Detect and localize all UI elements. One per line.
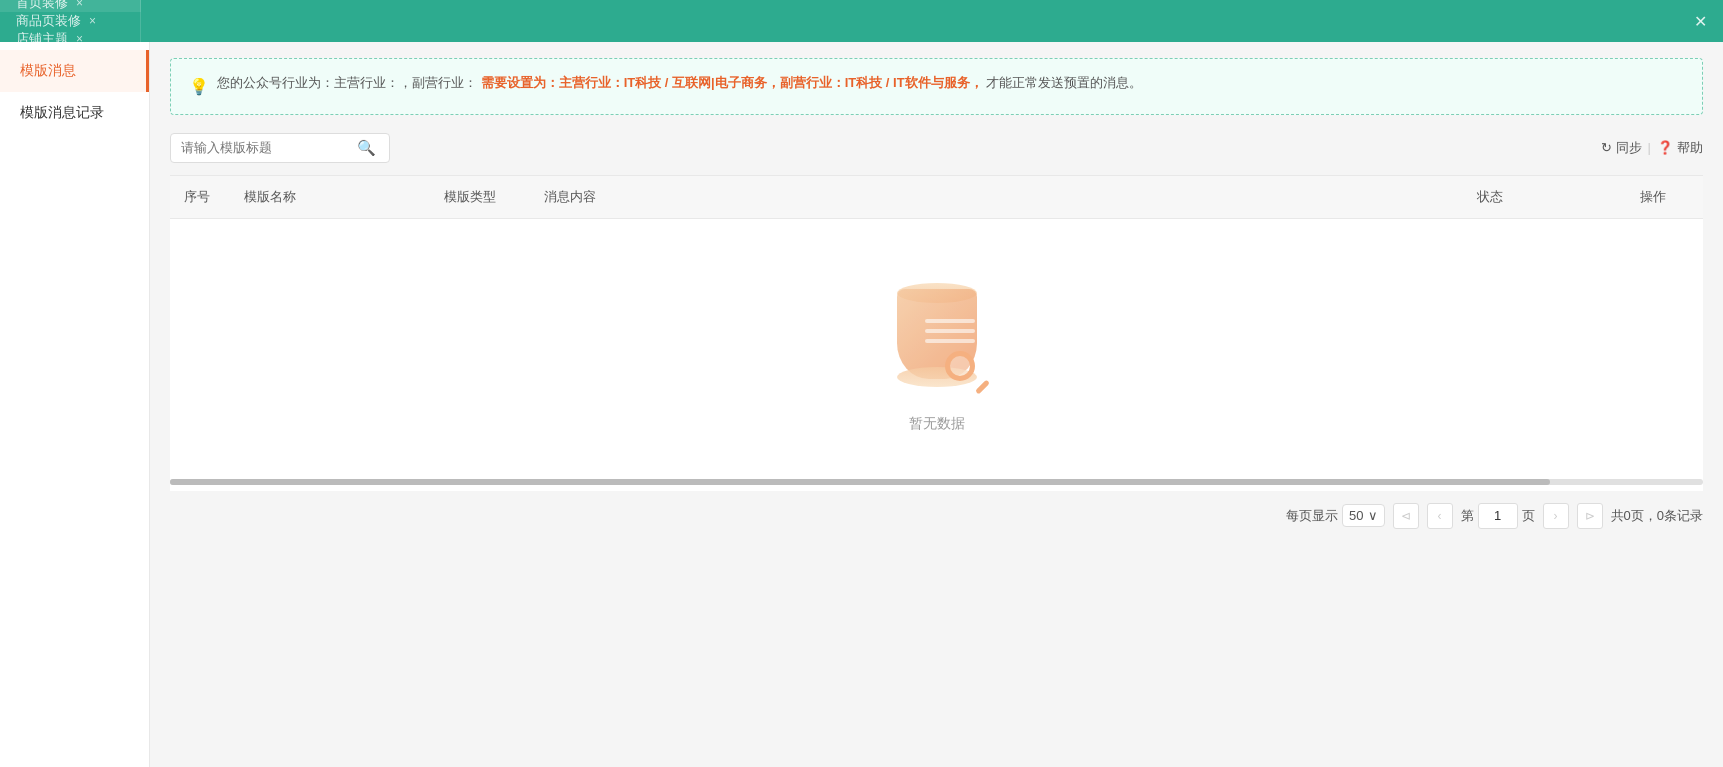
top-nav: 首页微商城店铺设置×商品分类设置×首页装修×商品页装修×店铺主题×开通公众号商城… [0,0,1723,42]
help-button[interactable]: ❓ 帮助 [1657,139,1703,157]
notice-icon: 💡 [189,74,209,100]
scrollbar-track[interactable] [170,479,1703,485]
search-input-wrap[interactable]: 🔍 [170,133,390,163]
page-size-label: 每页显示 [1286,507,1338,525]
main-layout: 模版消息模版消息记录 💡 您的公众号行业为：主营行业：，副营行业： 需要设置为：… [0,42,1723,767]
scroll-line [925,329,975,333]
first-page-button[interactable]: ⊲ [1393,503,1419,529]
scroll-lines [925,319,975,343]
notice-box: 💡 您的公众号行业为：主营行业：，副营行业： 需要设置为：主营行业：IT科技 /… [170,58,1703,115]
col-name: 模版名称 [230,175,430,218]
content-area: 💡 您的公众号行业为：主营行业：，副营行业： 需要设置为：主营行业：IT科技 /… [150,42,1723,767]
total-label: 共0页，0条记录 [1611,507,1703,525]
sync-button[interactable]: ↻ 同步 [1601,139,1642,157]
sidebar-item-template-message[interactable]: 模版消息 [0,50,149,92]
page-input-wrap: 第 页 [1461,503,1535,529]
empty-state: 暂无数据 [170,219,1703,473]
empty-illustration [877,279,997,399]
sidebar-item-template-record[interactable]: 模版消息记录 [0,92,149,134]
data-table: 序号 模版名称 模版类型 消息内容 状态 操作 [170,175,1703,473]
pagination: 每页显示 50 ∨ ⊲ ‹ 第 页 › ⊳ 共0页，0条记录 [170,491,1703,533]
help-icon: ❓ [1657,140,1673,155]
col-seq: 序号 [170,175,230,218]
page-suffix-label: 页 [1522,507,1535,525]
col-content: 消息内容 [530,175,1463,218]
tabs-container: 首页微商城店铺设置×商品分类设置×首页装修×商品页装修×店铺主题×开通公众号商城… [0,0,141,42]
chevron-down-icon: ∨ [1368,508,1378,523]
sidebar: 模版消息模版消息记录 [0,42,150,767]
col-status: 状态 [1463,175,1603,218]
scroll-line [925,319,975,323]
magnify-handle [975,379,990,394]
col-action: 操作 [1603,175,1703,218]
search-icon[interactable]: 🔍 [357,139,376,157]
search-bar: 🔍 ↻ 同步 | ❓ 帮助 [170,133,1703,163]
page-prefix: 第 [1461,507,1474,525]
table-wrapper: 序号 模版名称 模版类型 消息内容 状态 操作 [170,175,1703,491]
tab-close-homepage-decor[interactable]: × [74,0,85,12]
close-all-button[interactable]: ✕ [1678,12,1723,31]
page-number-input[interactable] [1478,503,1518,529]
tab-close-product-decor[interactable]: × [87,12,98,30]
scrollbar-thumb[interactable] [170,479,1550,485]
notice-text: 您的公众号行业为：主营行业：，副营行业： 需要设置为：主营行业：IT科技 / 互… [217,73,1142,94]
page-size-value: 50 [1349,508,1363,523]
tab-homepage-decor[interactable]: 首页装修 × [0,0,141,12]
prev-page-button[interactable]: ‹ [1427,503,1453,529]
page-size-wrap: 每页显示 50 ∨ [1286,504,1384,527]
tab-shop-theme[interactable]: 店铺主题 × [0,30,141,42]
scroll-line [925,339,975,343]
toolbar-right: ↻ 同步 | ❓ 帮助 [1601,139,1703,157]
tab-product-decor[interactable]: 商品页装修 × [0,12,141,30]
table-header-row: 序号 模版名称 模版类型 消息内容 状态 操作 [170,175,1703,218]
tab-label-shop-theme: 店铺主题 [16,30,68,42]
empty-text: 暂无数据 [170,415,1703,433]
notice-highlight: 需要设置为：主营行业：IT科技 / 互联网|电子商务，副营行业：IT科技 / I… [481,75,983,90]
sync-icon: ↻ [1601,140,1612,155]
empty-state-row: 暂无数据 [170,218,1703,473]
tab-label-product-decor: 商品页装修 [16,12,81,30]
magnify-glass-icon [945,351,989,395]
search-input[interactable] [181,140,351,155]
toolbar-divider: | [1648,140,1651,155]
next-page-button[interactable]: › [1543,503,1569,529]
tab-label-homepage-decor: 首页装修 [16,0,68,12]
tab-close-shop-theme[interactable]: × [74,30,85,42]
col-type: 模版类型 [430,175,530,218]
magnify-circle [945,351,975,381]
page-size-select[interactable]: 50 ∨ [1342,504,1384,527]
last-page-button[interactable]: ⊳ [1577,503,1603,529]
